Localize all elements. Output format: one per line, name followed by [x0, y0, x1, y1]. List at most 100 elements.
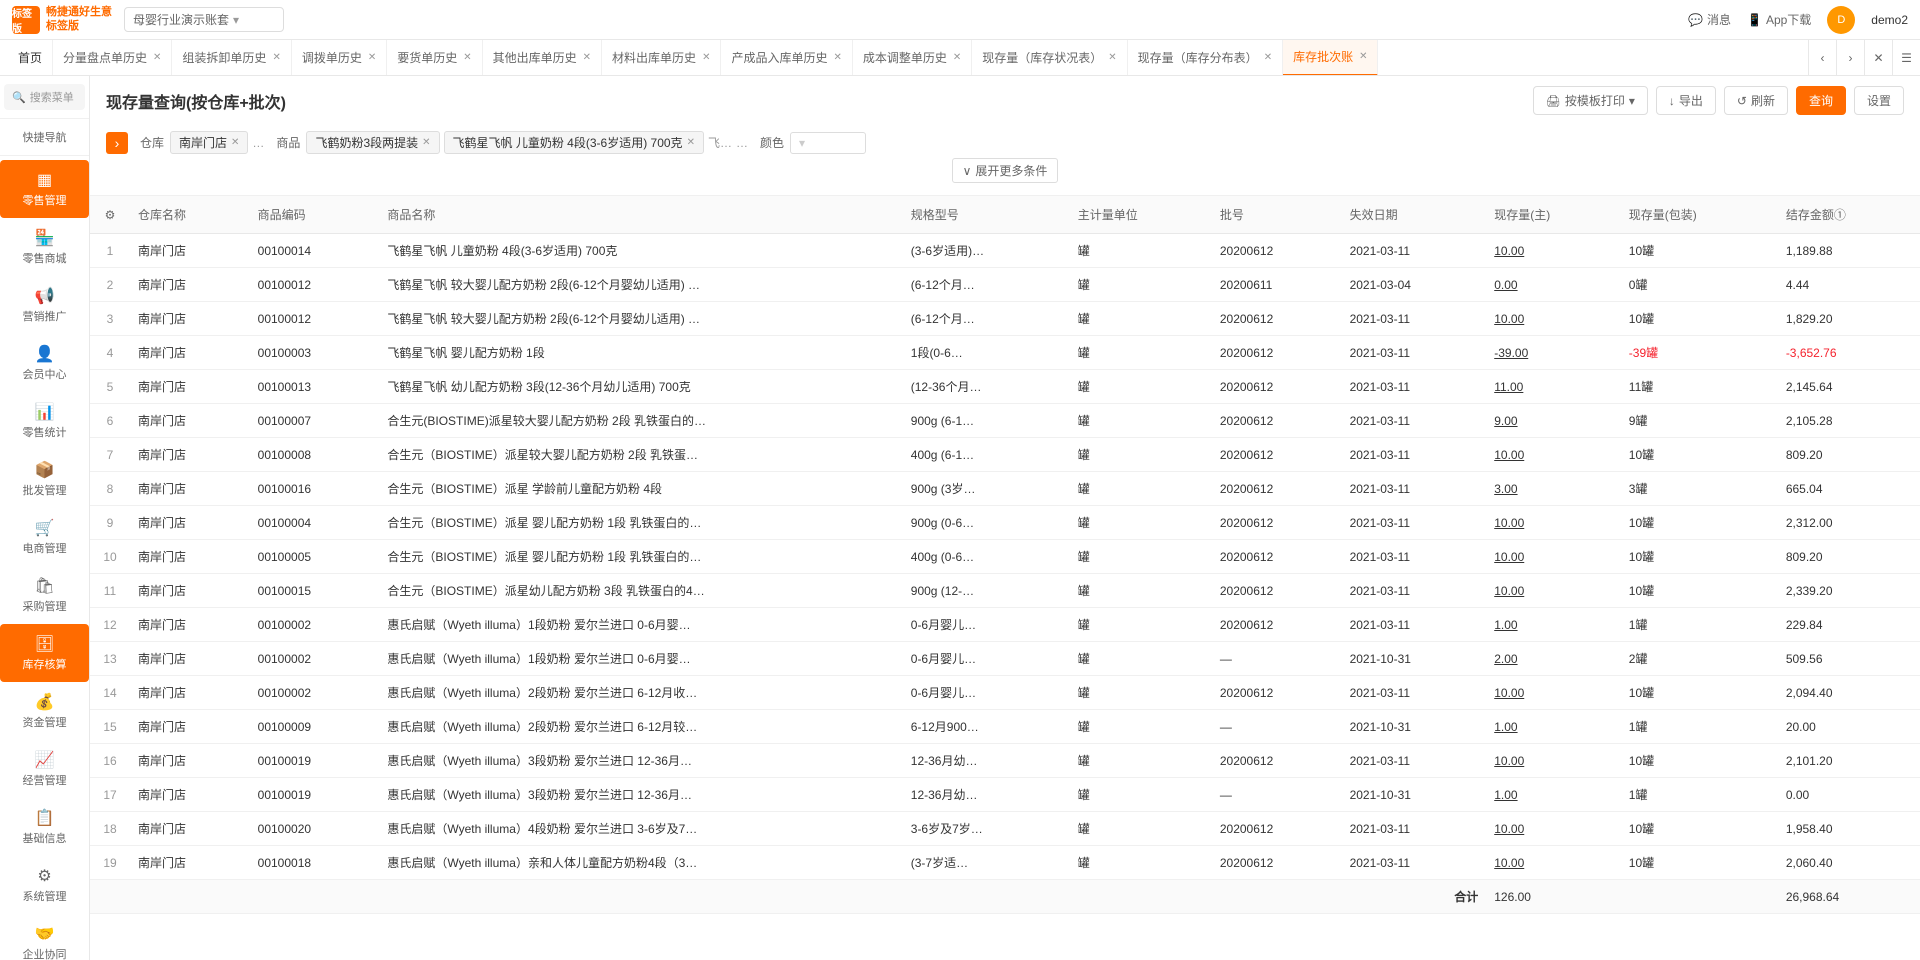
cell-qty[interactable]: 2.00	[1486, 642, 1621, 676]
sidebar-item-retail-shop[interactable]: 🏪 零售商城	[0, 218, 89, 276]
cell-qty[interactable]: 10.00	[1486, 812, 1621, 846]
user-name[interactable]: demo2	[1871, 13, 1908, 27]
tab-kupizhan-close[interactable]: ✕	[1359, 51, 1367, 62]
cell-qty[interactable]: 10.00	[1486, 744, 1621, 778]
tab-kupizhan[interactable]: 库存批次账 ✕	[1283, 40, 1378, 76]
sidebar-item-system[interactable]: ⚙ 系统管理	[0, 856, 89, 914]
tab-cailiao[interactable]: 材料出库单历史 ✕	[602, 40, 721, 76]
cell-qty[interactable]: 10.00	[1486, 302, 1621, 336]
tab-chanpin-close[interactable]: ✕	[833, 52, 841, 63]
sidebar-item-member[interactable]: 👤 会员中心	[0, 334, 89, 392]
warehouse-filter-more[interactable]: …	[252, 136, 264, 150]
export-btn[interactable]: ↓ 导出	[1656, 86, 1716, 115]
messages-btn[interactable]: 💬 消息	[1688, 11, 1731, 28]
product-tag-0[interactable]: 飞鹤奶粉3段两提装 ✕	[306, 131, 439, 154]
tab-zuchai[interactable]: 组装拆卸单历史 ✕	[172, 40, 291, 76]
tab-fenpan[interactable]: 分量盘点单历史 ✕	[53, 40, 172, 76]
cell-qty[interactable]: -39.00	[1486, 336, 1621, 370]
cell-qty[interactable]: 0.00	[1486, 268, 1621, 302]
tab-zuchai-close[interactable]: ✕	[272, 52, 280, 63]
product-tag-0-close[interactable]: ✕	[422, 137, 430, 148]
sidebar-menu: ▦ 零售管理 🏪 零售商城 📢 营销推广 👤 会员中心 📊 零售统计	[0, 156, 89, 960]
tab-qita[interactable]: 其他出库单历史 ✕	[483, 40, 602, 76]
warehouse-tag-0[interactable]: 南岸门店 ✕	[170, 131, 248, 154]
tab-chengben[interactable]: 成本调整单历史 ✕	[853, 40, 972, 76]
tab-qita-close[interactable]: ✕	[583, 52, 591, 63]
sidebar-item-enterprise[interactable]: 🤝 企业协同	[0, 914, 89, 960]
product-tag-1-close[interactable]: ✕	[687, 137, 695, 148]
tab-xiancun-kucun-close[interactable]: ✕	[1108, 52, 1116, 63]
sidebar-item-retail-stat[interactable]: 📊 零售统计	[0, 392, 89, 450]
tab-yaohuo-close[interactable]: ✕	[463, 52, 471, 63]
org-selector[interactable]: 母婴行业演示账套 ▾	[124, 7, 284, 32]
page-header: 现存量查询(按仓库+批次) 🖨 按模板打印 ▾ ↓ 导出 ↺	[90, 76, 1920, 123]
cell-spec: 0-6月婴儿…	[903, 642, 1070, 676]
tab-menu-btn[interactable]: ☰	[1892, 40, 1920, 76]
query-btn[interactable]: 查询	[1796, 86, 1846, 115]
tab-diaobo-close[interactable]: ✕	[368, 52, 376, 63]
sidebar-item-inventory[interactable]: 🗄 库存核算	[0, 624, 89, 682]
cell-qty[interactable]: 11.00	[1486, 370, 1621, 404]
settings-btn[interactable]: 设置	[1854, 86, 1904, 115]
col-settings[interactable]: ⚙	[90, 196, 130, 234]
tab-xiancun-fenbù-close[interactable]: ✕	[1264, 52, 1272, 63]
cell-qty[interactable]: 10.00	[1486, 676, 1621, 710]
cell-qty[interactable]: 10.00	[1486, 846, 1621, 880]
refresh-btn[interactable]: ↺ 刷新	[1724, 86, 1788, 115]
app-download-btn[interactable]: 📱 App下载	[1747, 11, 1811, 28]
sidebar-item-purchase[interactable]: 🛍 采购管理	[0, 566, 89, 624]
sidebar-item-marketing[interactable]: 📢 营销推广	[0, 276, 89, 334]
cell-qty[interactable]: 10.00	[1486, 234, 1621, 268]
sidebar-item-wholesale[interactable]: 📦 批发管理	[0, 450, 89, 508]
sidebar-item-ecommerce[interactable]: 🛒 电商管理	[0, 508, 89, 566]
cell-warehouse: 南岸门店	[130, 778, 250, 812]
sidebar-item-finance[interactable]: 💰 资金管理	[0, 682, 89, 740]
cell-code: 00100016	[250, 472, 380, 506]
tab-cailiao-close[interactable]: ✕	[702, 52, 710, 63]
cell-qty[interactable]: 10.00	[1486, 506, 1621, 540]
tab-diaobo[interactable]: 调拨单历史 ✕	[292, 40, 387, 76]
print-btn[interactable]: 🖨 按模板打印 ▾	[1533, 86, 1648, 115]
tab-xiancun-kucun[interactable]: 现存量（库存状况表） ✕	[972, 40, 1127, 76]
print-dropdown-icon: ▾	[1629, 94, 1635, 108]
sidebar-item-operation-label: 经营管理	[4, 772, 85, 788]
cell-qty[interactable]: 10.00	[1486, 540, 1621, 574]
cell-qty[interactable]: 9.00	[1486, 404, 1621, 438]
filter-expand-btn[interactable]: ›	[106, 132, 128, 154]
warehouse-tag-0-close[interactable]: ✕	[231, 137, 239, 148]
cell-qty[interactable]: 1.00	[1486, 778, 1621, 812]
tab-chengben-close[interactable]: ✕	[953, 52, 961, 63]
sidebar-item-basic[interactable]: 📋 基础信息	[0, 798, 89, 856]
tab-yaohuo[interactable]: 要货单历史 ✕	[387, 40, 482, 76]
product-filter-more2[interactable]: …	[736, 136, 748, 150]
tab-fenpan-close[interactable]: ✕	[153, 52, 161, 63]
cell-unit: 罐	[1070, 710, 1212, 744]
sidebar-item-operation[interactable]: 📈 经营管理	[0, 740, 89, 798]
product-filter-more[interactable]: 飞…	[708, 134, 732, 151]
sidebar-quick-nav[interactable]: 快捷导航	[0, 123, 89, 151]
tab-prev-btn[interactable]: ‹	[1808, 40, 1836, 76]
sidebar-item-retail-mgmt[interactable]: ▦ 零售管理	[0, 160, 89, 218]
cell-qty[interactable]: 1.00	[1486, 608, 1621, 642]
color-filter-input[interactable]: ▾	[790, 132, 866, 154]
user-avatar[interactable]: D	[1827, 6, 1855, 34]
table-row: 11 南岸门店 00100015 合生元（BIOSTIME）派星幼儿配方奶粉 3…	[90, 574, 1920, 608]
tab-xiancun-fenbù[interactable]: 现存量（库存分布表） ✕	[1128, 40, 1283, 76]
product-tag-1[interactable]: 飞鹤星飞帆 儿童奶粉 4段(3-6岁适用) 700克 ✕	[444, 131, 704, 154]
expand-conditions-btn[interactable]: ∨ 展开更多条件	[952, 158, 1059, 183]
tab-next-btn[interactable]: ›	[1836, 40, 1864, 76]
tab-chanpin[interactable]: 产成品入库单历史 ✕	[721, 40, 852, 76]
cell-name: 合生元（BIOSTIME）派星幼儿配方奶粉 3段 乳铁蛋白的4…	[379, 574, 902, 608]
cell-warehouse: 南岸门店	[130, 234, 250, 268]
tab-home[interactable]: 首页	[8, 40, 53, 76]
tab-close-all-btn[interactable]: ✕	[1864, 40, 1892, 76]
table-body: 1 南岸门店 00100014 飞鹤星飞帆 儿童奶粉 4段(3-6岁适用) 70…	[90, 234, 1920, 880]
cell-qty[interactable]: 10.00	[1486, 438, 1621, 472]
sidebar-search-btn[interactable]: 🔍 搜索菜单	[4, 84, 85, 110]
cell-name: 惠氏启赋（Wyeth illuma）亲和人体儿童配方奶粉4段（3…	[379, 846, 902, 880]
cell-qty[interactable]: 10.00	[1486, 574, 1621, 608]
cell-qty[interactable]: 3.00	[1486, 472, 1621, 506]
cell-unit: 罐	[1070, 370, 1212, 404]
cell-qty[interactable]: 1.00	[1486, 710, 1621, 744]
cell-code: 00100018	[250, 846, 380, 880]
